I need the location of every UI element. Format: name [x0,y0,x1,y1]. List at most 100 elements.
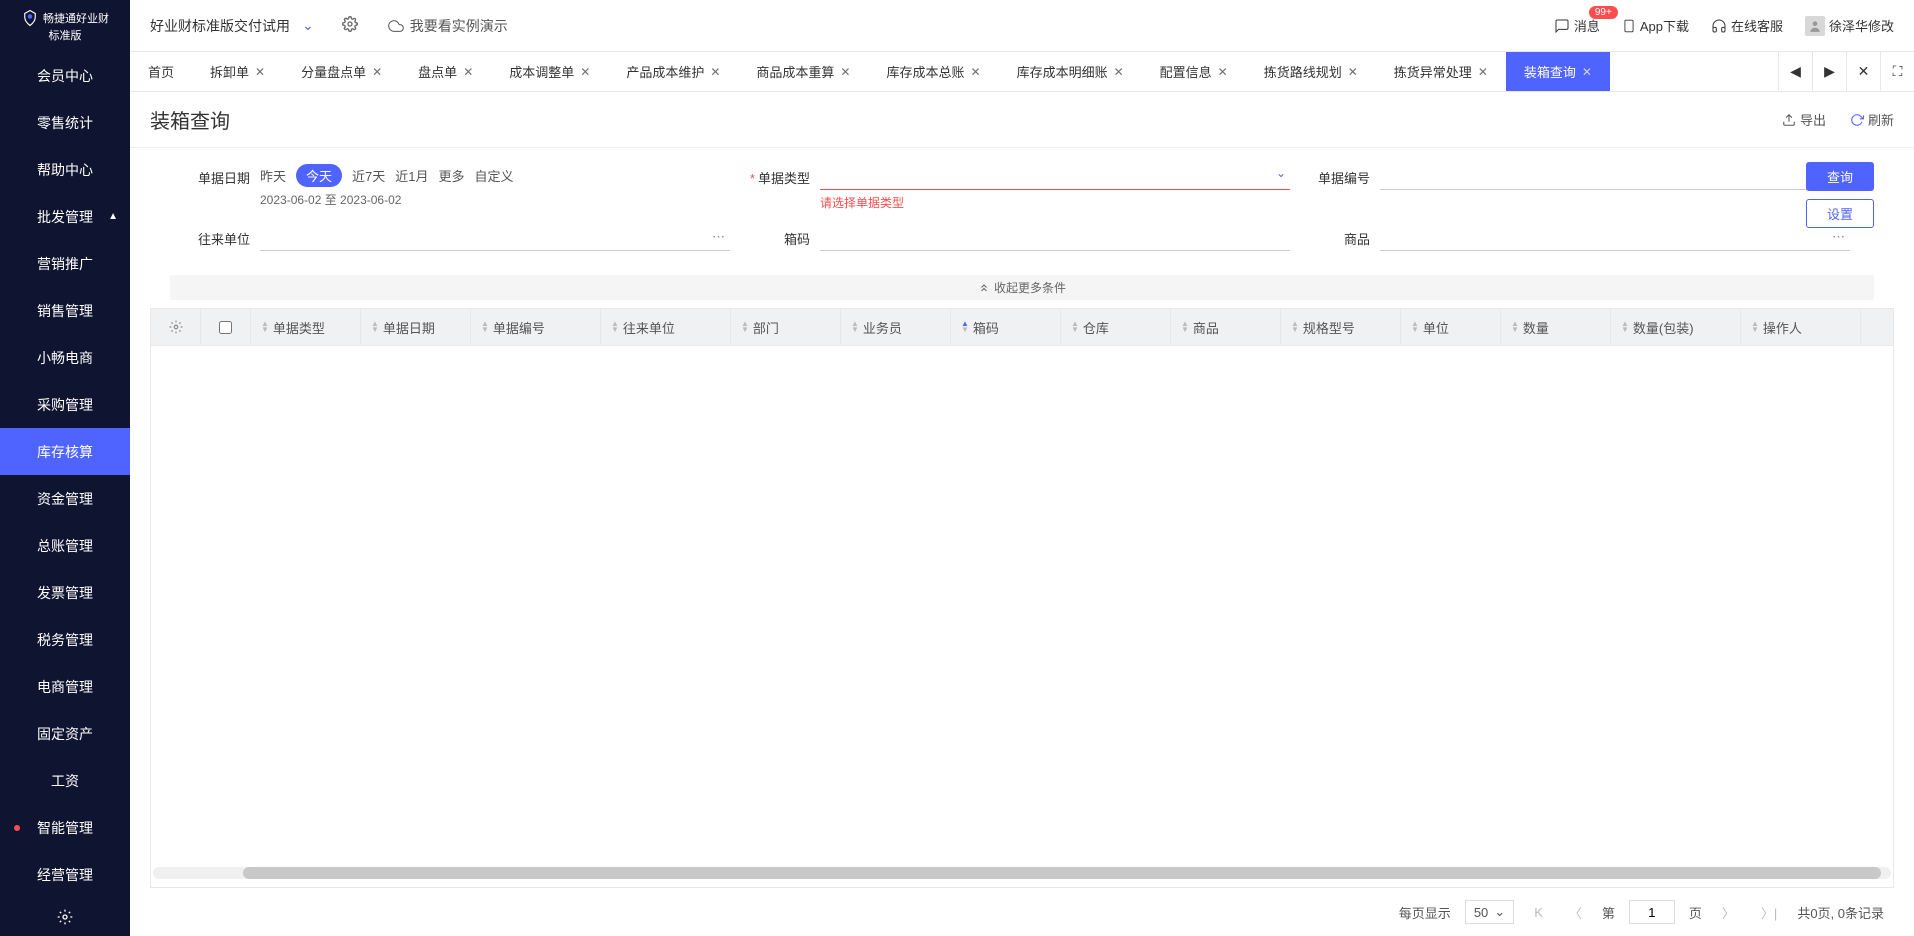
user-name: 徐泽华修改 [1829,16,1894,35]
tab[interactable]: 拣货路线规划✕ [1246,52,1376,91]
query-button[interactable]: 查询 [1806,162,1874,191]
close-icon[interactable]: ✕ [1218,65,1228,79]
date-option[interactable]: 昨天 [260,166,286,185]
close-icon[interactable]: ✕ [1114,65,1124,79]
column-header[interactable]: ▲▼商品 [1171,309,1281,345]
tab[interactable]: 拣货异常处理✕ [1376,52,1506,91]
party-input[interactable] [260,225,730,251]
refresh-button[interactable]: 刷新 [1850,110,1894,129]
column-settings-button[interactable] [151,309,201,345]
more-icon[interactable]: ⋯ [712,229,726,245]
export-button[interactable]: 导出 [1782,110,1826,129]
bill-no-input[interactable] [1380,164,1850,190]
column-header[interactable]: ▲▼部门 [731,309,841,345]
select-all-checkbox[interactable] [201,309,251,345]
close-icon[interactable]: ✕ [1478,65,1488,79]
close-icon[interactable]: ✕ [580,65,590,79]
tab[interactable]: 分量盘点单✕ [283,52,400,91]
app-download-link[interactable]: App下载 [1622,16,1689,35]
close-icon[interactable]: ✕ [463,65,473,79]
tab[interactable]: 库存成本明细账✕ [999,52,1142,91]
sidebar-item[interactable]: 智能管理 [0,804,130,851]
fullscreen-button[interactable]: ⛶ [1880,52,1914,92]
sidebar-item[interactable]: 固定资产 [0,710,130,757]
sidebar-item[interactable]: 帮助中心 [0,146,130,193]
goods-input[interactable] [1380,225,1850,251]
support-link[interactable]: 在线客服 [1711,16,1783,35]
column-header[interactable]: ▲▼数量(包装) [1611,309,1741,345]
sidebar-item[interactable]: 销售管理 [0,287,130,334]
tabs-close-all-button[interactable]: ✕ [1846,52,1880,92]
tabs-prev-button[interactable]: ◀ [1778,52,1812,92]
tab-label: 配置信息 [1160,62,1212,81]
sidebar-item[interactable]: 零售统计 [0,99,130,146]
demo-link[interactable]: 我要看实例演示 [388,16,508,36]
sidebar-item[interactable]: 电商管理 [0,663,130,710]
column-header[interactable]: ▲▼仓库 [1061,309,1171,345]
column-header[interactable]: ▲▼规格型号 [1281,309,1401,345]
bill-type-select[interactable] [820,164,1290,190]
tab[interactable]: 首页 [130,52,192,91]
close-icon[interactable]: ✕ [1348,65,1358,79]
sidebar-item[interactable]: 批发管理▲ [0,193,130,240]
sidebar-item[interactable]: 采购管理 [0,381,130,428]
page-input[interactable] [1629,900,1675,924]
more-icon[interactable]: ⋯ [1832,229,1846,245]
column-header[interactable]: ▲▼箱码 [951,309,1061,345]
sidebar-item[interactable]: 税务管理 [0,616,130,663]
sidebar-item[interactable]: 工资 [0,757,130,804]
close-icon[interactable]: ✕ [1582,65,1592,79]
date-option[interactable]: 近7天 [352,166,385,185]
column-header[interactable]: ▲▼往来单位 [601,309,731,345]
column-header[interactable]: ▲▼单据日期 [361,309,471,345]
box-input[interactable] [820,225,1290,251]
close-icon[interactable]: ✕ [840,65,850,79]
column-header[interactable]: ▲▼单据类型 [251,309,361,345]
tab[interactable]: 配置信息 ✕ [1142,52,1246,91]
sidebar-item[interactable]: 资金管理 [0,475,130,522]
horizontal-scrollbar[interactable] [153,867,1891,879]
tabs-next-button[interactable]: ▶ [1812,52,1846,92]
date-option[interactable]: 近1月 [395,166,428,185]
column-header[interactable]: ▲▼数量 [1501,309,1611,345]
sidebar-item[interactable]: 总账管理 [0,522,130,569]
sidebar-item[interactable]: 库存核算 [0,428,130,475]
checkbox[interactable] [219,321,232,334]
sidebar-item[interactable]: 发票管理 [0,569,130,616]
close-icon[interactable]: ✕ [971,65,981,79]
column-header[interactable]: ▲▼单位 [1401,309,1501,345]
tab[interactable]: 装箱查询✕ [1506,52,1610,91]
close-icon[interactable]: ✕ [710,65,720,79]
tab[interactable]: 产品成本维护✕ [608,52,738,91]
sidebar-settings-button[interactable] [0,898,130,936]
sidebar-item[interactable]: 营销推广 [0,240,130,287]
settings-icon[interactable] [342,16,358,35]
pager-prev-button[interactable]: 〈 [1563,901,1588,924]
column-label: 单据编号 [493,318,545,337]
sidebar-item[interactable]: 小畅电商 [0,334,130,381]
tab[interactable]: 成本调整单✕ [491,52,608,91]
per-page-select[interactable]: 50 ⌄ [1465,900,1514,924]
pager-last-button[interactable]: 〉| [1755,901,1783,924]
setting-button[interactable]: 设置 [1806,199,1874,228]
sidebar-item[interactable]: 会员中心 [0,52,130,99]
tab[interactable]: 商品成本重算✕ [738,52,868,91]
message-link[interactable]: 消息 99+ [1554,16,1600,35]
sidebar-item[interactable]: 经营管理 [0,851,130,898]
pager-first-button[interactable]: K [1528,903,1549,922]
close-icon[interactable]: ✕ [255,65,265,79]
date-option[interactable]: 自定义 [475,166,514,185]
tab[interactable]: 盘点单✕ [400,52,491,91]
column-header[interactable]: ▲▼业务员 [841,309,951,345]
collapse-filters[interactable]: 收起更多条件 [170,275,1874,300]
tab[interactable]: 拆卸单✕ [192,52,283,91]
tab[interactable]: 库存成本总账✕ [868,52,998,91]
column-header[interactable]: ▲▼单据编号 [471,309,601,345]
user-menu[interactable]: 徐泽华修改 [1805,16,1894,36]
close-icon[interactable]: ✕ [372,65,382,79]
date-option[interactable]: 今天 [296,164,342,187]
pager-next-button[interactable]: 〉 [1716,901,1741,924]
column-header[interactable]: ▲▼操作人 [1741,309,1861,345]
app-selector[interactable]: 好业财标准版交付试用 ⌄ [130,16,334,36]
date-option[interactable]: 更多 [439,166,465,185]
